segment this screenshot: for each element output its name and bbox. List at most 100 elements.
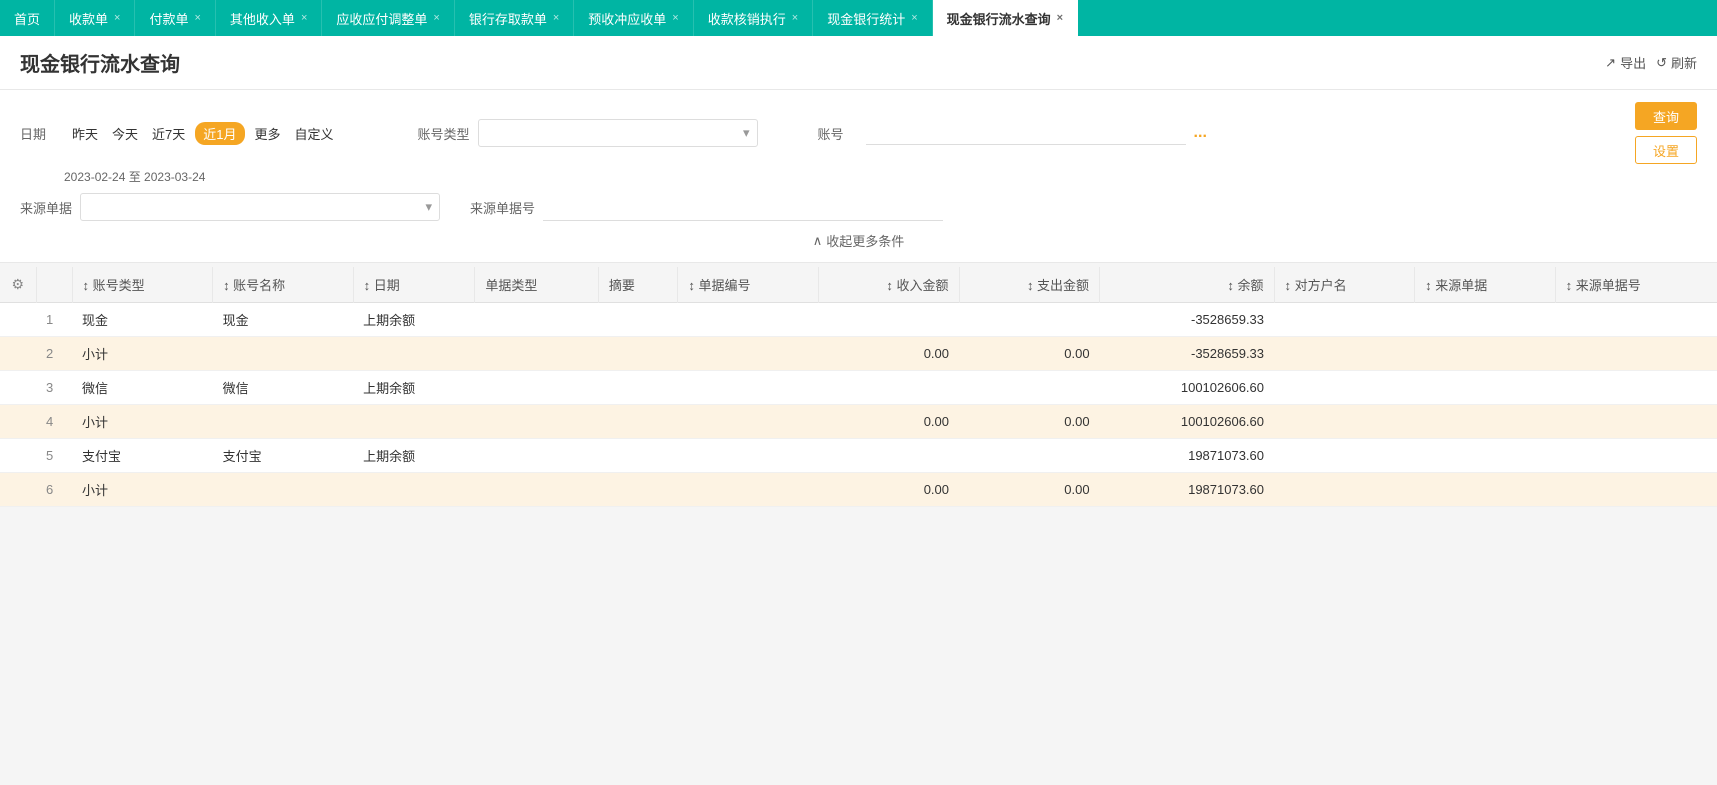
- table-cell: [1415, 371, 1556, 405]
- table-cell: [0, 303, 36, 337]
- table-cell: [1274, 371, 1415, 405]
- table-cell: 0.00: [959, 337, 1100, 371]
- table-cell: [598, 405, 678, 439]
- nav-prepay-flush-close[interactable]: ×: [672, 12, 678, 24]
- nav-cash-query-close[interactable]: ×: [1057, 12, 1063, 24]
- account-no-dots-button[interactable]: ...: [1194, 124, 1207, 142]
- date-btn-1month[interactable]: 近1月: [195, 122, 244, 145]
- table-cell: 3: [36, 371, 72, 405]
- table-cell: [1415, 473, 1556, 507]
- nav-payment[interactable]: 付款单 ×: [135, 0, 215, 36]
- table-cell: [475, 473, 598, 507]
- account-type-select[interactable]: [478, 119, 758, 147]
- date-btn-yesterday[interactable]: 昨天: [68, 122, 102, 145]
- date-btn-custom[interactable]: 自定义: [291, 122, 338, 145]
- col-settings[interactable]: ⚙: [0, 267, 36, 303]
- nav-bank-deposit-close[interactable]: ×: [553, 12, 559, 24]
- table-cell: 上期余额: [353, 303, 475, 337]
- nav-cash-stat[interactable]: 现金银行统计 ×: [813, 0, 932, 36]
- table-cell: [1555, 337, 1717, 371]
- table-cell: 2: [36, 337, 72, 371]
- col-expense[interactable]: ↕ 支出金额: [959, 267, 1100, 303]
- col-counterpart-label: ↕ 对方户名: [1285, 278, 1347, 293]
- table-cell: [0, 405, 36, 439]
- table-cell: 100102606.60: [1100, 371, 1274, 405]
- top-nav: 首页 收款单 × 付款单 × 其他收入单 × 应收应付调整单 × 银行存取款单 …: [0, 0, 1717, 36]
- data-table: ⚙ ↕ 账号类型 ↕ 账号名称 ↕ 日期 单据类型 摘要: [0, 267, 1717, 507]
- table-cell: 19871073.60: [1100, 473, 1274, 507]
- nav-cash-query-label: 现金银行流水查询: [947, 9, 1051, 28]
- table-cell: 小计: [72, 473, 213, 507]
- col-doc-type: 单据类型: [475, 267, 598, 303]
- table-cell: [1555, 303, 1717, 337]
- nav-cash-stat-close[interactable]: ×: [911, 12, 917, 24]
- export-button[interactable]: ↗ 导出: [1605, 53, 1646, 72]
- table-cell: [213, 473, 354, 507]
- nav-ar-ap-adjust[interactable]: 应收应付调整单 ×: [322, 0, 454, 36]
- table-cell: [353, 337, 475, 371]
- nav-ar-ap-close[interactable]: ×: [433, 12, 439, 24]
- nav-home[interactable]: 首页: [0, 0, 55, 36]
- nav-verify-exec-close[interactable]: ×: [792, 12, 798, 24]
- table-cell: 小计: [72, 337, 213, 371]
- nav-receipt-close[interactable]: ×: [114, 12, 120, 24]
- account-type-filter: 账号类型: [418, 119, 758, 147]
- nav-prepay-flush-label: 预收冲应收单: [588, 9, 666, 28]
- date-btn-7days[interactable]: 近7天: [148, 122, 189, 145]
- col-balance[interactable]: ↕ 余额: [1100, 267, 1274, 303]
- nav-bank-deposit[interactable]: 银行存取款单 ×: [455, 0, 574, 36]
- col-account-name[interactable]: ↕ 账号名称: [213, 267, 354, 303]
- nav-other-income[interactable]: 其他收入单 ×: [216, 0, 322, 36]
- nav-home-label: 首页: [14, 9, 40, 28]
- settings-button[interactable]: 设置: [1635, 136, 1697, 164]
- action-buttons: 查询 设置: [1635, 102, 1697, 164]
- table-cell: [678, 371, 819, 405]
- date-btn-more[interactable]: 更多: [251, 122, 285, 145]
- table-row: 5支付宝支付宝上期余额19871073.60: [0, 439, 1717, 473]
- table-cell: [1415, 337, 1556, 371]
- nav-payment-close[interactable]: ×: [194, 12, 200, 24]
- col-account-type-label: ↕ 账号类型: [83, 278, 145, 293]
- nav-cash-query[interactable]: 现金银行流水查询 ×: [933, 0, 1078, 36]
- table-container: ⚙ ↕ 账号类型 ↕ 账号名称 ↕ 日期 单据类型 摘要: [0, 267, 1717, 507]
- account-no-input[interactable]: [866, 121, 1186, 145]
- table-cell: 6: [36, 473, 72, 507]
- source-doc-label: 来源单据: [20, 198, 72, 217]
- col-account-type[interactable]: ↕ 账号类型: [72, 267, 213, 303]
- date-filter: 日期 昨天 今天 近7天 近1月 更多 自定义: [20, 122, 338, 145]
- col-expense-label: ↕ 支出金额: [1027, 278, 1089, 293]
- col-doc-no-label: ↕ 单据编号: [688, 278, 750, 293]
- collapse-bar[interactable]: ∧ 收起更多条件: [20, 225, 1697, 254]
- nav-other-income-close[interactable]: ×: [301, 12, 307, 24]
- table-cell: [475, 337, 598, 371]
- table-cell: [959, 439, 1100, 473]
- date-label: 日期: [20, 124, 60, 143]
- date-btn-today[interactable]: 今天: [108, 122, 142, 145]
- refresh-button[interactable]: ↺ 刷新: [1656, 53, 1697, 72]
- col-source-doc-no[interactable]: ↕ 来源单据号: [1555, 267, 1717, 303]
- source-doc-select[interactable]: [80, 193, 440, 221]
- table-cell: [1274, 337, 1415, 371]
- col-income[interactable]: ↕ 收入金额: [818, 267, 959, 303]
- nav-prepay-flush[interactable]: 预收冲应收单 ×: [574, 0, 693, 36]
- table-cell: -3528659.33: [1100, 337, 1274, 371]
- nav-verify-exec[interactable]: 收款核销执行 ×: [694, 0, 813, 36]
- table-cell: [1555, 473, 1717, 507]
- col-doc-no[interactable]: ↕ 单据编号: [678, 267, 819, 303]
- col-income-label: ↕ 收入金额: [886, 278, 948, 293]
- account-type-label: 账号类型: [418, 124, 470, 143]
- table-cell: [678, 405, 819, 439]
- col-source-doc[interactable]: ↕ 来源单据: [1415, 267, 1556, 303]
- table-cell: [1415, 303, 1556, 337]
- col-date[interactable]: ↕ 日期: [353, 267, 475, 303]
- source-doc-no-input[interactable]: [543, 193, 943, 221]
- query-button[interactable]: 查询: [1635, 102, 1697, 130]
- table-cell: 4: [36, 405, 72, 439]
- nav-receipt[interactable]: 收款单 ×: [55, 0, 135, 36]
- table-cell: 支付宝: [72, 439, 213, 473]
- table-cell: 微信: [72, 371, 213, 405]
- table-cell: [1415, 405, 1556, 439]
- collapse-button[interactable]: ∧ 收起更多条件: [813, 231, 905, 250]
- col-counterpart[interactable]: ↕ 对方户名: [1274, 267, 1415, 303]
- table-cell: [0, 371, 36, 405]
